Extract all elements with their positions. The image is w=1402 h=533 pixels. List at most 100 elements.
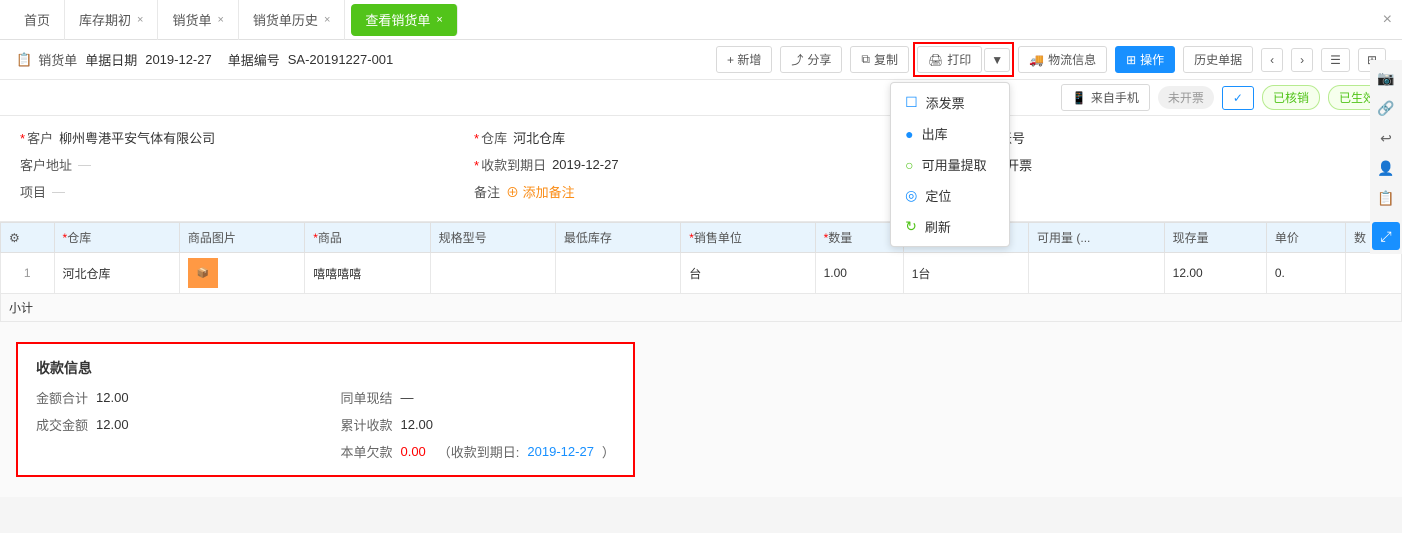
- col-product: *商品: [305, 223, 430, 253]
- not-opened-tag: 未开票: [1158, 86, 1214, 109]
- project-label: 项目: [20, 182, 46, 201]
- dropdown-add-invoice[interactable]: ☐ 添发票: [891, 87, 1009, 118]
- form-area: 客户 柳州粤港平安气体有限公司 仓库 河北仓库 业务员 演示账号 客户地址 — …: [0, 116, 1402, 222]
- same-settlement-value: —: [400, 390, 413, 405]
- amount-total-label: 金额合计: [36, 388, 88, 407]
- window-close-button[interactable]: ×: [1383, 11, 1392, 29]
- print-button[interactable]: 🖨 打印: [917, 46, 982, 73]
- sidebar-camera-icon[interactable]: 📷: [1372, 64, 1400, 92]
- tab-sales-history[interactable]: 销货单历史 ×: [239, 0, 345, 40]
- logistics-icon: 🚚: [1029, 53, 1044, 67]
- due-note: （收款到期日:: [438, 442, 520, 461]
- same-settlement-label: 同单现结: [340, 388, 392, 407]
- print-area: 🖨 打印 ▼ ☐ 添发票 ● 出库 ○ 可用量提取: [917, 46, 1010, 73]
- table-row: 1 河北仓库 📦 嘻嘻嘻嘻 台 1.00 1台 12.00 0.: [1, 253, 1402, 294]
- cumulative-receipt-value: 12.00: [400, 417, 433, 432]
- check-icon: ✓: [1233, 91, 1243, 105]
- col-product-img: 商品图片: [179, 223, 304, 253]
- already-cancelled-tag: 已核销: [1262, 85, 1320, 110]
- dropdown-locate[interactable]: ◎ 定位: [891, 180, 1009, 211]
- payment-row-amount: 金额合计 12.00: [36, 388, 310, 407]
- sidebar-notes-icon[interactable]: 📋: [1372, 184, 1400, 212]
- warehouse-label: 仓库: [474, 128, 507, 147]
- operate-icon: ⊞: [1126, 53, 1136, 67]
- new-button[interactable]: + 新增: [716, 46, 772, 73]
- dropdown-warehouse-out[interactable]: ● 出库: [891, 118, 1009, 149]
- close-view-tab[interactable]: ×: [436, 14, 442, 26]
- current-due-label: 本单欠款: [340, 442, 392, 461]
- address-label: 客户地址: [20, 155, 72, 174]
- payment-row-cumulative: 累计收款 12.00: [340, 415, 614, 434]
- amount-total-value: 12.00: [96, 390, 129, 405]
- cell-num: 1: [1, 253, 55, 294]
- payment-date-label: 收款到期日: [474, 155, 546, 174]
- col-current-stock: 现存量: [1164, 223, 1266, 253]
- operate-button[interactable]: ⊞ 操作: [1115, 46, 1175, 73]
- history-records-button[interactable]: 历史单据: [1183, 46, 1253, 73]
- share-button[interactable]: ⤴ 分享: [780, 46, 842, 73]
- sidebar-user-icon[interactable]: 👤: [1372, 154, 1400, 182]
- payment-date-field: 收款到期日 2019-12-27: [474, 155, 928, 174]
- transaction-amount-value: 12.00: [96, 417, 129, 432]
- logistics-button[interactable]: 🚚 物流信息: [1018, 46, 1107, 73]
- refresh-icon: ↻: [905, 218, 917, 235]
- cell-min-stock: [555, 253, 680, 294]
- cell-img: 📦: [179, 253, 304, 294]
- print-icon: 🖨: [928, 53, 943, 67]
- tab-bar: 首页 库存期初 × 销货单 × 销货单历史 × 查看销货单 × ×: [0, 0, 1402, 40]
- notes-label: 备注: [474, 182, 500, 201]
- nav-prev-button[interactable]: ‹: [1261, 48, 1283, 72]
- sidebar-link-icon[interactable]: 🔗: [1372, 94, 1400, 122]
- payment-info-box: 收款信息 金额合计 12.00 同单现结 — 成交金额 12.00 累计收款 1…: [16, 342, 635, 477]
- print-dropdown-button[interactable]: ▼: [984, 48, 1010, 72]
- project-value: —: [52, 184, 65, 199]
- doc-title-text: 销货单: [38, 50, 77, 69]
- cell-unit: 台: [681, 253, 815, 294]
- payment-row-transaction: 成交金额 12.00: [36, 415, 310, 434]
- doc-icon: 📋: [16, 52, 32, 68]
- tab-view-order[interactable]: 查看销货单 ×: [351, 4, 457, 36]
- copy-button[interactable]: ⧉ 复制: [850, 46, 909, 73]
- document-header: 📋 销货单 单据日期 2019-12-27 单据编号 SA-20191227-0…: [0, 40, 1402, 80]
- col-unit: *销售单位: [681, 223, 815, 253]
- customer-label: 客户: [20, 128, 53, 147]
- warehouse-out-icon: ●: [905, 126, 913, 142]
- product-image: 📦: [188, 258, 218, 288]
- view-list-button[interactable]: ☰: [1321, 48, 1350, 72]
- print-dropdown-menu: ☐ 添发票 ● 出库 ○ 可用量提取 ◎ 定位: [890, 82, 1010, 247]
- cell-warehouse: 河北仓库: [54, 253, 179, 294]
- tab-sales-order[interactable]: 销货单 ×: [158, 0, 238, 40]
- close-inventory-tab[interactable]: ×: [137, 14, 143, 26]
- project-field: 项目 —: [20, 182, 474, 201]
- form-row-1: 客户 柳州粤港平安气体有限公司 仓库 河北仓库 业务员 演示账号: [20, 128, 1382, 147]
- payment-row-settlement: 同单现结 —: [340, 388, 614, 407]
- from-phone-button[interactable]: 📱 来自手机: [1061, 84, 1150, 111]
- close-sales-tab[interactable]: ×: [217, 14, 223, 26]
- dropdown-available-qty[interactable]: ○ 可用量提取: [891, 149, 1009, 180]
- dropdown-refresh[interactable]: ↻ 刷新: [891, 211, 1009, 242]
- toolbar-row: 📱 来自手机 未开票 ✓ 已核销 已生效: [0, 80, 1402, 116]
- form-row-3: 项目 — 备注 ⊕ 添加备注 业务员孟 —: [20, 182, 1382, 201]
- close-history-tab[interactable]: ×: [324, 14, 330, 26]
- doc-date-label: 单据日期 2019-12-27: [85, 50, 212, 69]
- address-value: —: [78, 157, 91, 172]
- cell-amount: [1345, 253, 1401, 294]
- right-sidebar: 📷 🔗 ↩ 👤 📋 ⤢: [1370, 60, 1402, 254]
- cell-price: 0.: [1266, 253, 1345, 294]
- tab-home[interactable]: 首页: [10, 0, 65, 40]
- tab-inventory-initial[interactable]: 库存期初 ×: [65, 0, 158, 40]
- sidebar-reply-icon[interactable]: ↩: [1372, 124, 1400, 152]
- cell-available: [1029, 253, 1165, 294]
- subtotal-row: 小计: [1, 294, 1402, 322]
- form-row-2: 客户地址 — 收款到期日 2019-12-27 票据类型 不开票: [20, 155, 1382, 174]
- nav-next-button[interactable]: ›: [1291, 48, 1313, 72]
- check-button[interactable]: ✓: [1222, 86, 1254, 110]
- col-price: 单价: [1266, 223, 1345, 253]
- available-qty-icon: ○: [905, 157, 913, 173]
- current-due-value: 0.00: [400, 444, 425, 459]
- payment-title: 收款信息: [36, 358, 615, 378]
- col-available: 可用量 (...: [1029, 223, 1165, 253]
- add-notes-button[interactable]: ⊕ 添加备注: [506, 182, 575, 201]
- subtotal-label: 小计: [1, 294, 1402, 322]
- sidebar-expand-icon[interactable]: ⤢: [1372, 222, 1400, 250]
